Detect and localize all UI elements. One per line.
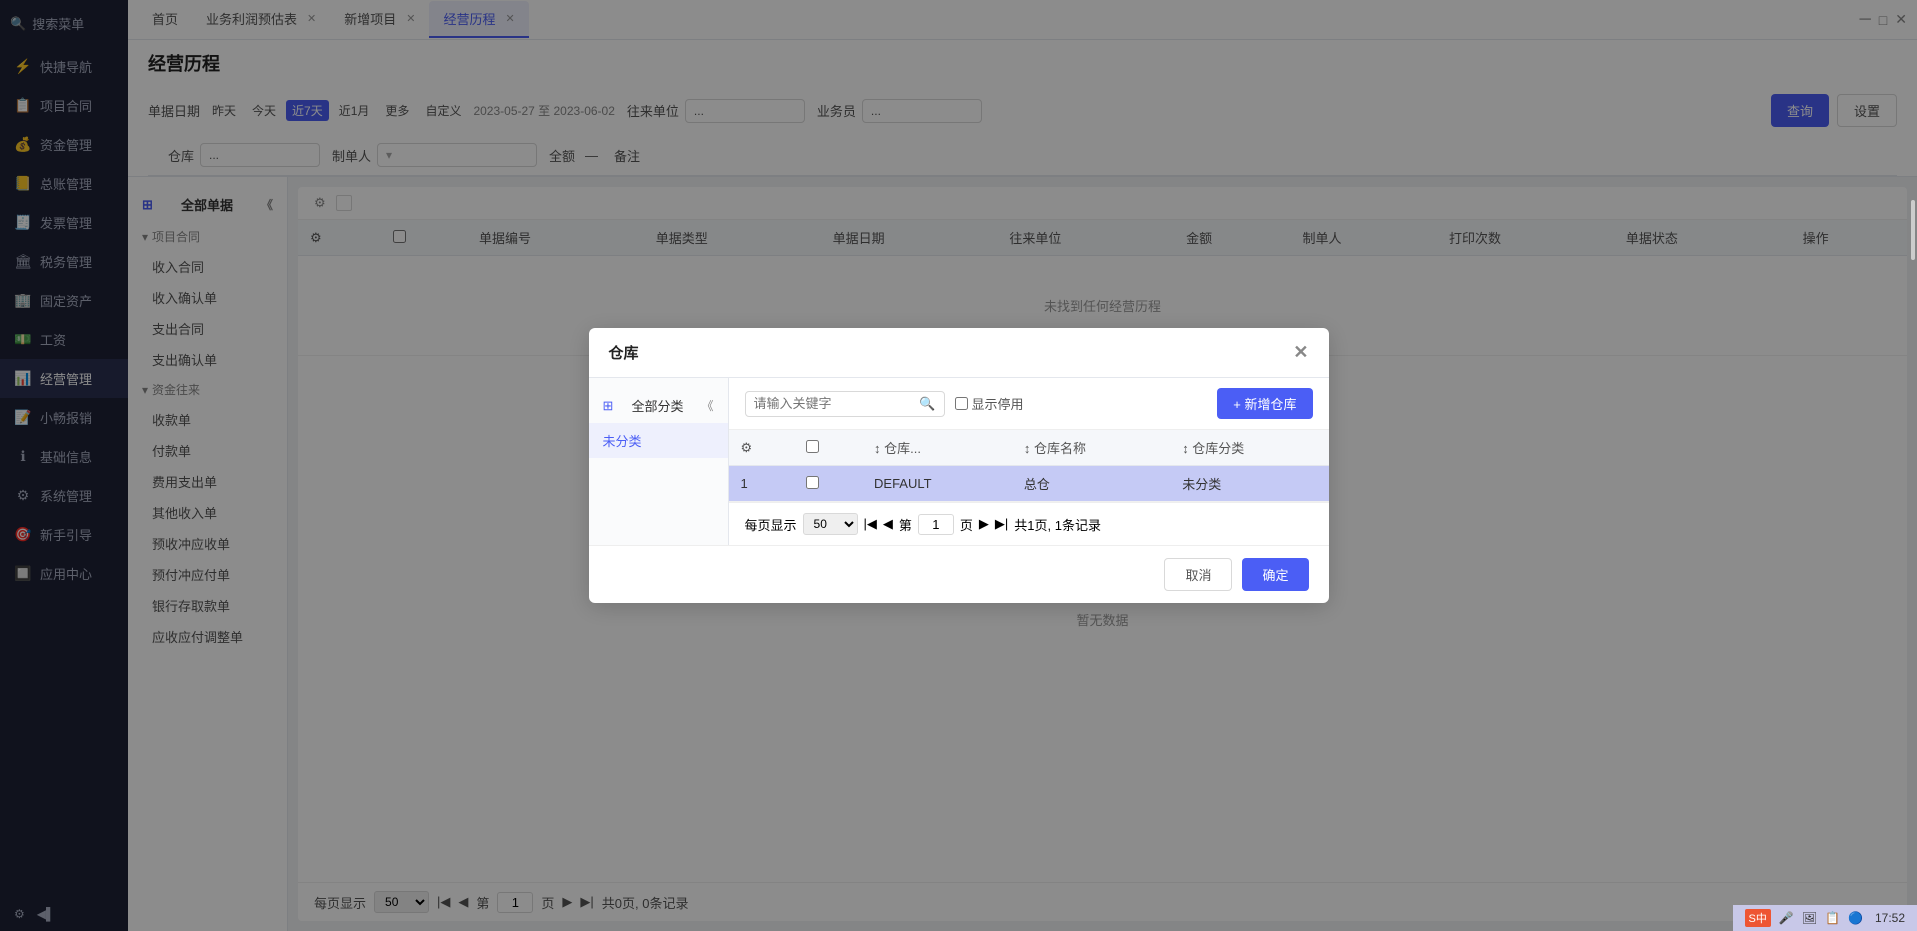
modal-sidebar: ⊞ 全部分类 《 未分类 — [589, 378, 729, 545]
modal-title: 仓库 — [609, 342, 639, 363]
modal-col-code: ↕ 仓库... — [862, 430, 1012, 466]
modal-pagination: 每页显示 50 100 |◀ ◀ 第 页 ▶ ▶| 共1页, 1条记录 — [745, 513, 1101, 535]
modal-row-code: DEFAULT — [862, 466, 1012, 502]
search-icon-modal: 🔍 — [919, 396, 935, 412]
modal-footer: 每页显示 50 100 |◀ ◀ 第 页 ▶ ▶| 共1页, 1条记录 — [729, 502, 1329, 545]
modal-row-index: 1 — [729, 466, 795, 502]
modal-close-button[interactable]: ✕ — [1293, 342, 1308, 363]
tray-time: 17:52 — [1875, 911, 1905, 925]
add-warehouse-button[interactable]: + 新增仓库 — [1217, 388, 1312, 419]
modal-sidebar-uncategorized[interactable]: 未分类 — [589, 423, 728, 458]
modal-sidebar-collapse[interactable]: 《 — [701, 397, 713, 414]
modal-table-row[interactable]: 1 DEFAULT 总仓 未分类 — [729, 466, 1329, 502]
modal-actions: 取消 确定 — [589, 545, 1329, 603]
modal-row-checkbox[interactable] — [794, 466, 862, 502]
warehouse-modal: 仓库 ✕ ⊞ 全部分类 《 未分类 — [589, 328, 1329, 603]
modal-table: ⚙ ↕ 仓库... ↕ 仓库名称 ↕ 仓库分类 1 DEFA — [729, 430, 1329, 502]
show-disabled-label[interactable]: 显示停用 — [955, 394, 1024, 413]
modal-page-next[interactable]: ▶ — [979, 516, 989, 532]
show-disabled-checkbox[interactable] — [955, 397, 968, 410]
modal-content: 🔍 显示停用 + 新增仓库 ⚙ — [729, 378, 1329, 545]
modal-row-category: 未分类 — [1170, 466, 1328, 502]
modal-page-last[interactable]: ▶| — [995, 516, 1008, 532]
modal-overlay: 仓库 ✕ ⊞ 全部分类 《 未分类 — [0, 0, 1917, 931]
system-tray: S中 🎤 🖼 📋 🔵 17:52 — [1733, 905, 1917, 931]
cancel-button[interactable]: 取消 — [1164, 558, 1232, 591]
modal-page-size-select[interactable]: 50 100 — [803, 513, 858, 535]
modal-grid-icon: ⊞ — [603, 398, 614, 414]
modal-col-category: ↕ 仓库分类 — [1170, 430, 1328, 466]
confirm-button[interactable]: 确定 — [1242, 558, 1308, 591]
modal-page-first[interactable]: |◀ — [864, 516, 877, 532]
modal-page-input[interactable] — [918, 514, 954, 535]
modal-sidebar-header: ⊞ 全部分类 《 — [589, 388, 728, 423]
modal-page-prev[interactable]: ◀ — [883, 516, 893, 532]
modal-toolbar: 🔍 显示停用 + 新增仓库 — [729, 378, 1329, 430]
modal-col-name: ↕ 仓库名称 — [1012, 430, 1170, 466]
modal-row-name: 总仓 — [1012, 466, 1170, 502]
tray-s-icon: S中 — [1745, 909, 1771, 927]
search-input[interactable] — [754, 396, 914, 411]
modal-table-wrap: ⚙ ↕ 仓库... ↕ 仓库名称 ↕ 仓库分类 1 DEFA — [729, 430, 1329, 502]
tray-mic-icon[interactable]: 🎤 — [1779, 911, 1794, 925]
tray-image-icon[interactable]: 🖼 — [1802, 911, 1817, 925]
modal-select-all[interactable] — [806, 440, 819, 453]
search-input-wrap: 🔍 — [745, 391, 945, 417]
modal-col-check — [794, 430, 862, 466]
modal-body: ⊞ 全部分类 《 未分类 🔍 — [589, 378, 1329, 545]
modal-header: 仓库 ✕ — [589, 328, 1329, 378]
tray-circle-icon[interactable]: 🔵 — [1848, 911, 1863, 925]
modal-col-settings: ⚙ — [729, 430, 795, 466]
tray-clipboard-icon[interactable]: 📋 — [1825, 911, 1840, 925]
